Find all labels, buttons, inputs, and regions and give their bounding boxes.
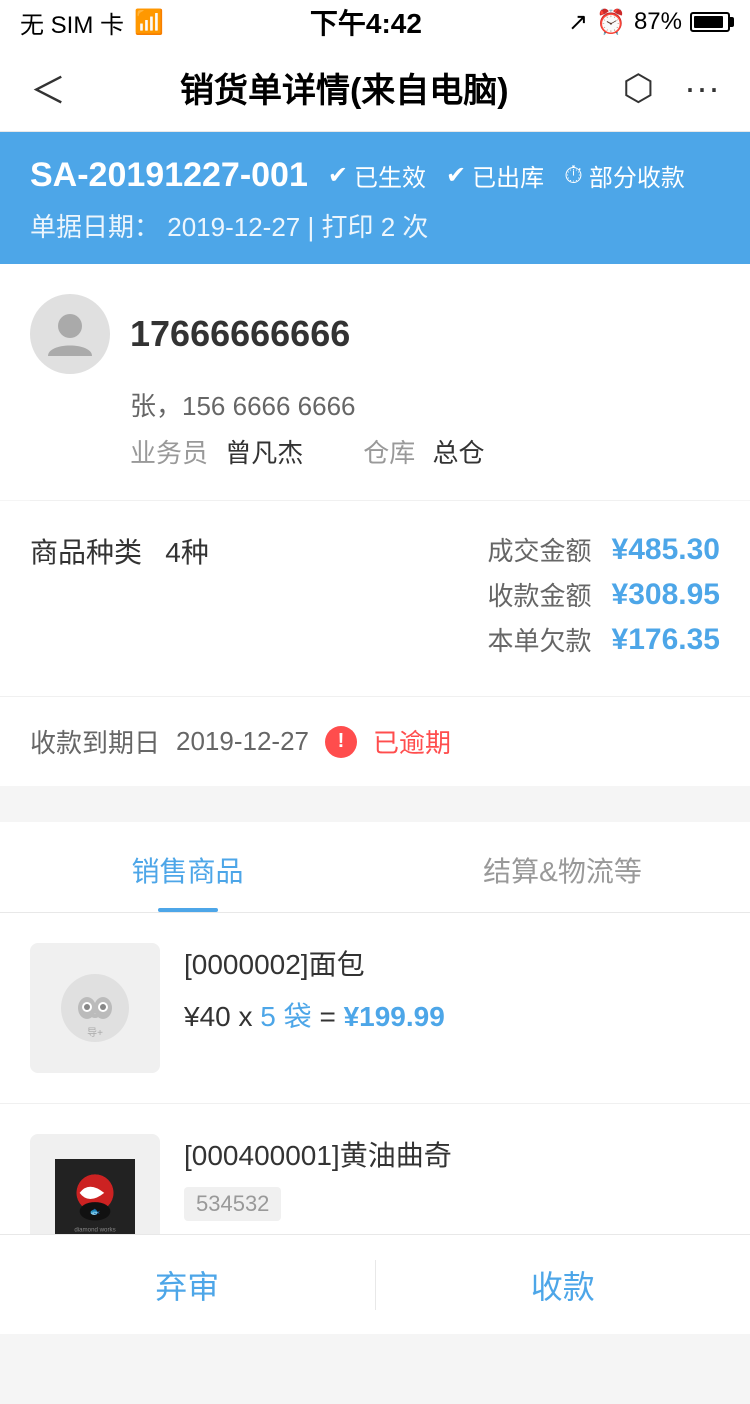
order-date: 2019-12-27 [167,212,300,242]
received-amount-value: ¥308.95 [612,578,720,612]
nav-bar: ＜ 销货单详情(来自电脑) ⬡ ··· [0,44,750,132]
sales-name: 曾凡杰 [225,438,303,468]
received-amount-row: 收款金额 ¥308.95 [488,576,720,613]
check-icon-shipped: ✔ [446,161,466,190]
page-title: 销货单详情(来自电脑) [180,63,509,112]
cancel-review-button[interactable]: 弃审 [0,1235,375,1334]
status-active: ✔ 已生效 [328,158,426,193]
price-eq-1: = [319,1001,343,1032]
product-kind-label: 商品种类 [30,537,142,568]
amount-summary: 成交金额 ¥485.30 收款金额 ¥308.95 本单欠款 ¥176.35 [488,531,720,666]
customer-name: 17666666666 [130,313,350,355]
nav-actions: ⬡ ··· [623,67,720,109]
debt-amount-label: 本单欠款 [488,621,592,658]
print-suffix: 次 [402,212,428,242]
warehouse-info: 仓库 总仓 [363,433,484,470]
carrier-text: 无 SIM 卡 [20,5,124,40]
due-date-section: 收款到期日 2019-12-27 ! 已逾期 [0,696,750,786]
svg-text:🐟: 🐟 [90,1206,101,1216]
product-price-1: ¥40 x 5 袋 = ¥199.99 [184,995,720,1035]
more-icon[interactable]: ··· [684,67,720,109]
product-name-2: [000400001]黄油曲奇 [184,1134,720,1174]
due-date-label: 收款到期日 [30,723,160,760]
gps-icon: ↗ [568,8,588,37]
order-header-banner: SA-20191227-001 ✔ 已生效 ✔ 已出库 ⏱ 部分收款 单据日期：… [0,132,750,264]
print-label: 打印 [321,212,373,242]
received-amount-label: 收款金额 [488,576,592,613]
bottom-bar: 弃审 收款 [0,1234,750,1334]
alarm-icon: ⏰ [596,8,626,37]
status-bar: 无 SIM 卡 📶 下午4:42 ↗ ⏰ 87% [0,0,750,44]
collect-payment-button[interactable]: 收款 [376,1235,750,1334]
sales-info: 业务员 曾凡杰 [130,433,303,470]
tab-settlement[interactable]: 结算&物流等 [375,822,750,912]
svg-text:导+: 导+ [87,1027,103,1039]
date-label: 单据日期： [30,212,160,242]
customer-meta: 业务员 曾凡杰 仓库 总仓 [30,433,720,470]
price-x-1: x [239,1001,261,1032]
product-qty-1: 5 [260,1001,276,1032]
clock-icon: ⏱ [564,162,583,190]
product-thumbnail-1: 导+ [30,943,160,1073]
product-unit-1: 袋 [284,1001,312,1032]
customer-row: 17666666666 [30,294,720,374]
debt-amount-row: 本单欠款 ¥176.35 [488,621,720,658]
svg-text:diamond works: diamond works [74,1227,115,1234]
overdue-text: 已逾期 [373,723,451,760]
warehouse-label: 仓库 [363,438,415,468]
product-total-1: ¥199.99 [344,1001,445,1032]
status-bar-time: 下午4:42 [310,2,422,42]
summary-section: 商品种类 4种 成交金额 ¥485.30 收款金额 ¥308.95 本单欠款 ¥… [0,501,750,696]
order-id: SA-20191227-001 [30,156,308,195]
battery-text: 87% [634,8,682,36]
status-partial: ⏱ 部分收款 [564,158,685,193]
product-info-1: [0000002]面包 ¥40 x 5 袋 = ¥199.99 [184,943,720,1035]
due-date-value: 2019-12-27 [176,726,309,757]
back-button[interactable]: ＜ [30,62,66,114]
product-name-1: [0000002]面包 [184,943,720,983]
share-icon[interactable]: ⬡ [623,67,654,109]
status-bar-left: 无 SIM 卡 📶 [20,5,164,40]
battery-icon [690,12,730,32]
customer-avatar [30,294,110,374]
check-icon-active: ✔ [328,161,348,190]
banner-date-row: 单据日期： 2019-12-27 | 打印 2 次 [30,207,720,244]
tabs-section: 销售商品 结算&物流等 [0,822,750,913]
overdue-icon: ! [325,726,357,758]
price-base-1: ¥40 [184,1001,231,1032]
product-item: 导+ [0000002]面包 ¥40 x 5 袋 = ¥199.99 [0,913,750,1104]
sales-label: 业务员 [130,438,208,468]
status-shipped: ✔ 已出库 [446,158,544,193]
deal-amount-label: 成交金额 [488,531,592,568]
print-separator: | [307,212,321,242]
deal-amount-value: ¥485.30 [612,533,720,567]
deal-amount-row: 成交金额 ¥485.30 [488,531,720,568]
product-kind-count: 4种 [165,537,209,568]
wifi-icon: 📶 [134,8,164,37]
customer-phone: 张，156 6666 6666 [30,386,720,423]
section-divider [0,786,750,804]
print-count: 2 [381,212,395,242]
product-kind: 商品种类 4种 [30,531,209,571]
customer-section: 17666666666 张，156 6666 6666 业务员 曾凡杰 仓库 总… [0,264,750,500]
debt-amount-value: ¥176.35 [612,623,720,657]
tab-products[interactable]: 销售商品 [0,822,375,912]
banner-row1: SA-20191227-001 ✔ 已生效 ✔ 已出库 ⏱ 部分收款 [30,156,720,195]
product-sku-2: 534532 [184,1187,281,1221]
status-bar-right: ↗ ⏰ 87% [568,8,730,37]
warehouse-name: 总仓 [433,438,485,468]
